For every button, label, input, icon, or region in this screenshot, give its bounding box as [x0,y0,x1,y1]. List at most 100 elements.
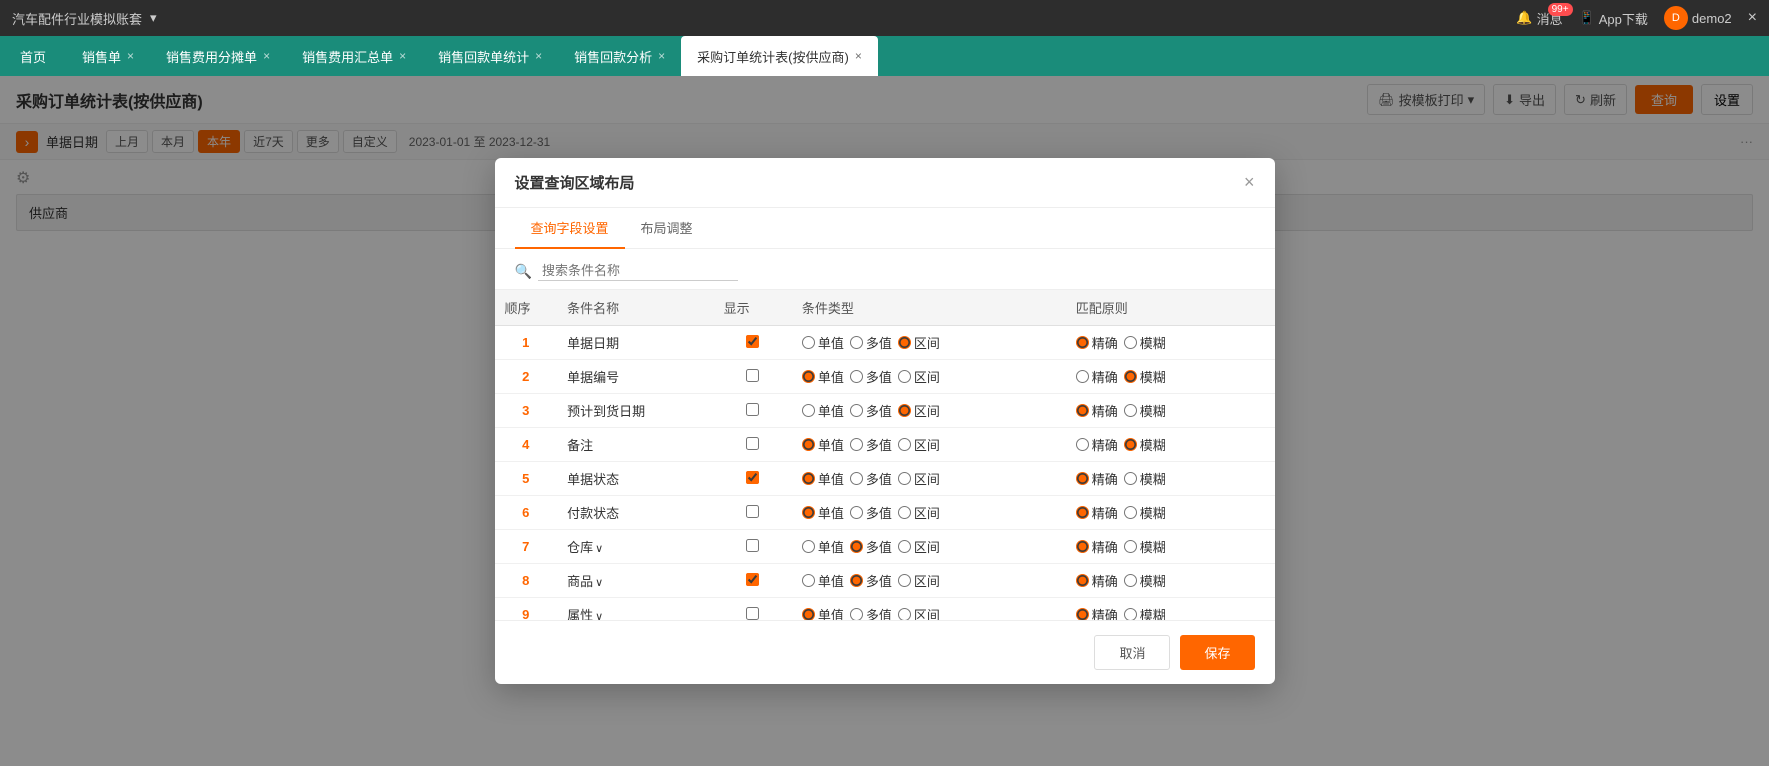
type-option-区间[interactable]: 区间 [898,367,940,386]
display-checkbox[interactable] [746,573,759,586]
match-radio-模糊[interactable] [1124,370,1137,383]
type-radio-区间[interactable] [898,574,911,587]
type-option-多值[interactable]: 多值 [850,401,892,420]
type-radio-单值[interactable] [802,540,815,553]
user-area[interactable]: D demo2 [1664,6,1732,30]
tab-close-icon[interactable]: × [535,49,542,63]
match-radio-精确[interactable] [1076,540,1089,553]
display-checkbox-wrap[interactable] [746,472,759,487]
display-checkbox[interactable] [746,335,759,348]
dialog-tab-layout[interactable]: 布局调整 [625,208,709,249]
type-option-多值[interactable]: 多值 [850,469,892,488]
match-option-模糊[interactable]: 模糊 [1124,537,1166,556]
type-radio-区间[interactable] [898,370,911,383]
display-checkbox[interactable] [746,539,759,552]
nav-tab-collection[interactable]: 销售回款单统计 × [422,36,558,76]
display-checkbox-wrap[interactable] [746,336,759,351]
type-radio-多值[interactable] [850,506,863,519]
type-radio-单值[interactable] [802,370,815,383]
type-option-多值[interactable]: 多值 [850,503,892,522]
type-option-单值[interactable]: 单值 [802,435,844,454]
dropdown-icon[interactable]: ▾ [150,10,157,26]
type-radio-区间[interactable] [898,608,911,620]
match-option-精确[interactable]: 精确 [1076,333,1118,352]
type-option-单值[interactable]: 单值 [802,469,844,488]
type-radio-多值[interactable] [850,438,863,451]
match-radio-精确[interactable] [1076,438,1089,451]
match-option-精确[interactable]: 精确 [1076,401,1118,420]
type-radio-单值[interactable] [802,574,815,587]
type-radio-区间[interactable] [898,336,911,349]
display-checkbox[interactable] [746,437,759,450]
type-radio-单值[interactable] [802,336,815,349]
type-option-区间[interactable]: 区间 [898,571,940,590]
match-radio-模糊[interactable] [1124,608,1137,620]
type-radio-多值[interactable] [850,336,863,349]
display-checkbox-wrap[interactable] [746,574,759,589]
display-checkbox[interactable] [746,607,759,620]
download-area[interactable]: 📱 App下载 [1579,9,1648,28]
type-radio-区间[interactable] [898,472,911,485]
tab-close-icon[interactable]: × [399,49,406,63]
match-option-模糊[interactable]: 模糊 [1124,503,1166,522]
type-radio-多值[interactable] [850,404,863,417]
match-option-模糊[interactable]: 模糊 [1124,401,1166,420]
conditions-scroll-area[interactable]: 顺序 条件名称 显示 条件类型 匹配原则 1单据日期单值多值区间精确模糊2单据编… [495,290,1275,620]
match-option-精确[interactable]: 精确 [1076,503,1118,522]
type-radio-单值[interactable] [802,438,815,451]
dialog-tab-query[interactable]: 查询字段设置 [515,208,625,249]
type-radio-多值[interactable] [850,574,863,587]
type-option-多值[interactable]: 多值 [850,537,892,556]
match-radio-精确[interactable] [1076,608,1089,620]
cancel-button[interactable]: 取消 [1094,635,1170,670]
dialog-close-button[interactable]: × [1244,172,1255,193]
type-option-多值[interactable]: 多值 [850,435,892,454]
type-option-区间[interactable]: 区间 [898,333,940,352]
match-radio-模糊[interactable] [1124,574,1137,587]
type-radio-区间[interactable] [898,438,911,451]
nav-tab-cost-summary[interactable]: 销售费用汇总单 × [286,36,422,76]
tab-close-icon[interactable]: × [127,49,134,63]
type-option-区间[interactable]: 区间 [898,537,940,556]
nav-tab-purchase[interactable]: 采购订单统计表(按供应商) × [681,36,878,76]
nav-home[interactable]: 首页 [0,36,66,76]
close-top-icon[interactable]: × [1748,9,1757,27]
type-option-单值[interactable]: 单值 [802,503,844,522]
match-radio-模糊[interactable] [1124,438,1137,451]
display-checkbox[interactable] [746,403,759,416]
type-radio-单值[interactable] [802,472,815,485]
match-option-精确[interactable]: 精确 [1076,605,1118,620]
type-option-区间[interactable]: 区间 [898,605,940,620]
type-option-单值[interactable]: 单值 [802,367,844,386]
type-radio-多值[interactable] [850,370,863,383]
display-checkbox-wrap[interactable] [746,608,759,621]
display-checkbox-wrap[interactable] [746,370,759,385]
tab-close-icon[interactable]: × [263,49,270,63]
type-option-区间[interactable]: 区间 [898,435,940,454]
match-radio-精确[interactable] [1076,574,1089,587]
search-input[interactable] [538,261,738,281]
type-option-单值[interactable]: 单值 [802,605,844,620]
tab-close-icon[interactable]: × [855,49,862,63]
match-option-精确[interactable]: 精确 [1076,537,1118,556]
type-option-多值[interactable]: 多值 [850,367,892,386]
display-checkbox-wrap[interactable] [746,404,759,419]
match-option-模糊[interactable]: 模糊 [1124,435,1166,454]
display-checkbox[interactable] [746,471,759,484]
match-option-模糊[interactable]: 模糊 [1124,333,1166,352]
type-radio-单值[interactable] [802,608,815,620]
type-option-区间[interactable]: 区间 [898,469,940,488]
type-radio-多值[interactable] [850,472,863,485]
match-radio-精确[interactable] [1076,404,1089,417]
match-radio-精确[interactable] [1076,370,1089,383]
match-radio-精确[interactable] [1076,472,1089,485]
match-option-模糊[interactable]: 模糊 [1124,469,1166,488]
match-option-模糊[interactable]: 模糊 [1124,605,1166,620]
save-button[interactable]: 保存 [1180,635,1254,670]
match-radio-精确[interactable] [1076,506,1089,519]
display-checkbox[interactable] [746,369,759,382]
match-option-模糊[interactable]: 模糊 [1124,571,1166,590]
match-option-精确[interactable]: 精确 [1076,571,1118,590]
type-option-单值[interactable]: 单值 [802,333,844,352]
type-radio-多值[interactable] [850,608,863,620]
